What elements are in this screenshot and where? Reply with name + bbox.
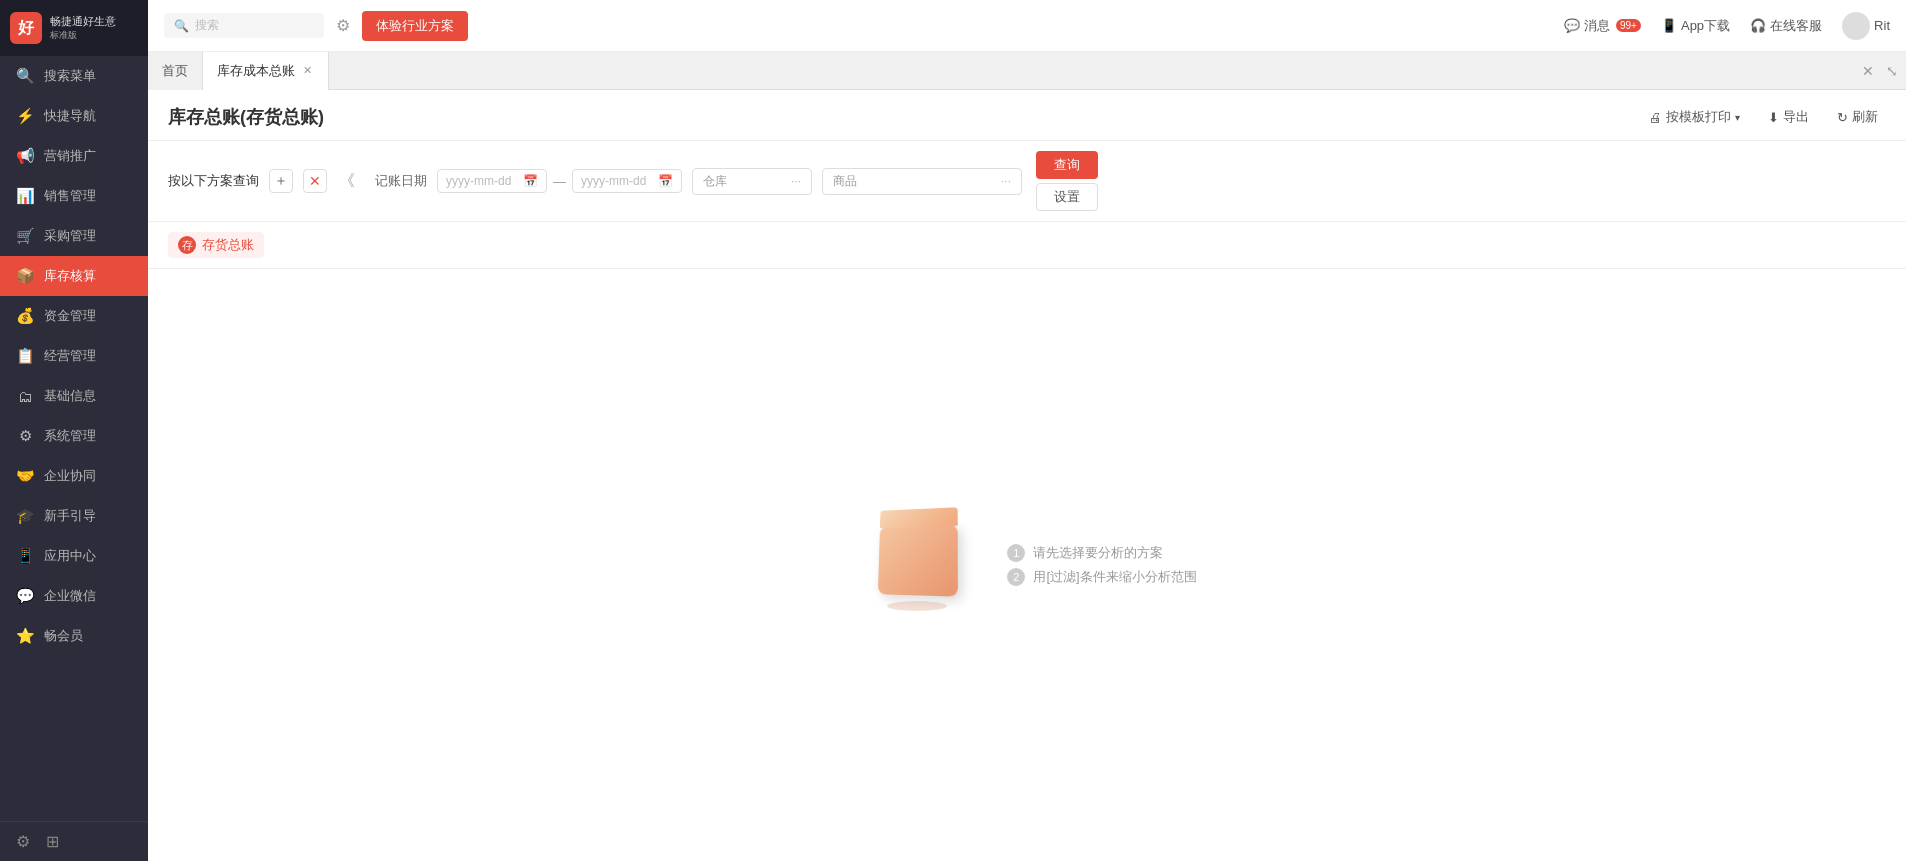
- filter-actions: 查询 设置: [1036, 151, 1098, 211]
- logo-text: 畅捷通好生意 标准版: [50, 14, 116, 42]
- user-avatar-item[interactable]: Rit: [1842, 12, 1890, 40]
- topbar: 🔍 搜索 ⚙ 体验行业方案 💬 消息 99+ 📱 App下载 🎧 在线客服 Ri…: [148, 0, 1906, 52]
- panel-resize-icon[interactable]: ⤡: [1886, 63, 1898, 79]
- app-center-icon: 📱: [16, 547, 34, 565]
- search-icon: 🔍: [174, 19, 189, 33]
- filter-bar: 按以下方案查询 ＋ ✕ 《 记账日期 yyyy-mm-dd 📅 — yyyy-m…: [148, 141, 1906, 222]
- sidebar-item-inventory[interactable]: 📦 库存核算: [0, 256, 148, 296]
- online-service-item[interactable]: 🎧 在线客服: [1750, 17, 1822, 35]
- sidebar-item-marketing[interactable]: 📢 营销推广: [0, 136, 148, 176]
- cooperation-icon: 🤝: [16, 467, 34, 485]
- system-icon: ⚙: [16, 427, 34, 445]
- sidebar-scroll: 🔍 搜索菜单 ⚡ 快捷导航 📢 营销推广 📊 销售管理 🛒 采购管理 📦 库存核…: [0, 56, 148, 821]
- sidebar-item-cooperation[interactable]: 🤝 企业协同: [0, 456, 148, 496]
- add-filter-btn[interactable]: ＋: [269, 169, 293, 193]
- sidebar-item-finance[interactable]: 💰 资金管理: [0, 296, 148, 336]
- empty-shadow: [887, 601, 947, 611]
- content-area: 库存总账(存货总账) 🖨 按模板打印 ▾ ⬇ 导出 ↻ 刷新 按以下方案查询: [148, 90, 1906, 861]
- headset-icon: 🎧: [1750, 18, 1766, 33]
- page-header: 库存总账(存货总账) 🖨 按模板打印 ▾ ⬇ 导出 ↻ 刷新: [148, 90, 1906, 141]
- operations-icon: 📋: [16, 347, 34, 365]
- date-range: yyyy-mm-dd 📅 — yyyy-mm-dd 📅: [437, 169, 682, 193]
- quick-nav-icon: ⚡: [16, 107, 34, 125]
- tab-close-icon[interactable]: ✕: [301, 64, 314, 77]
- sidebar-item-basic-info[interactable]: 🗂 基础信息: [0, 376, 148, 416]
- sidebar-item-operations[interactable]: 📋 经营管理: [0, 336, 148, 376]
- print-template-btn[interactable]: 🖨 按模板打印 ▾: [1641, 104, 1748, 130]
- goods-more-icon: ···: [1001, 174, 1011, 188]
- export-icon: ⬇: [1768, 110, 1779, 125]
- refresh-btn[interactable]: ↻ 刷新: [1829, 104, 1886, 130]
- logo-icon: 好: [10, 12, 42, 44]
- empty-text: 1 请先选择要分析的方案 2 用[过滤]条件来缩小分析范围: [1007, 538, 1196, 592]
- app-download-item[interactable]: 📱 App下载: [1661, 17, 1730, 35]
- sidebar-item-app-center[interactable]: 📱 应用中心: [0, 536, 148, 576]
- industry-btn[interactable]: 体验行业方案: [362, 11, 468, 41]
- finance-icon: 💰: [16, 307, 34, 325]
- sidebar-item-system[interactable]: ⚙ 系统管理: [0, 416, 148, 456]
- main-area: 🔍 搜索 ⚙ 体验行业方案 💬 消息 99+ 📱 App下载 🎧 在线客服 Ri…: [148, 0, 1906, 861]
- panel-close-icon[interactable]: ✕: [1858, 63, 1878, 79]
- sidebar-item-search-menu[interactable]: 🔍 搜索菜单: [0, 56, 148, 96]
- page-title: 库存总账(存货总账): [168, 105, 324, 129]
- query-btn[interactable]: 查询: [1036, 151, 1098, 179]
- basic-info-icon: 🗂: [16, 388, 34, 405]
- sales-icon: 📊: [16, 187, 34, 205]
- print-dropdown-icon: ▾: [1735, 112, 1740, 123]
- empty-state: 1 请先选择要分析的方案 2 用[过滤]条件来缩小分析范围: [148, 269, 1906, 861]
- avatar: [1842, 12, 1870, 40]
- calendar-end-icon: 📅: [658, 174, 673, 188]
- goods-select[interactable]: 商品 ···: [822, 168, 1022, 195]
- topbar-right: 💬 消息 99+ 📱 App下载 🎧 在线客服 Rit: [1564, 12, 1890, 40]
- wechat-icon: 💬: [16, 587, 34, 605]
- search-menu-icon: 🔍: [16, 67, 34, 85]
- tab-right-actions: ✕ ⤡: [1858, 63, 1906, 79]
- tab-home[interactable]: 首页: [148, 52, 203, 90]
- sub-nav: 存 存货总账: [148, 222, 1906, 269]
- guide-icon: 🎓: [16, 507, 34, 525]
- sidebar-bottom: ⚙ ⊞: [0, 821, 148, 861]
- empty-illustration: [857, 505, 977, 625]
- tabbar: 首页 库存成本总账 ✕ ✕ ⤡: [148, 52, 1906, 90]
- filter-label: 按以下方案查询: [168, 172, 259, 190]
- date-end-input[interactable]: yyyy-mm-dd 📅: [572, 169, 682, 193]
- sidebar: 好 畅捷通好生意 标准版 🔍 搜索菜单 ⚡ 快捷导航 📢 营销推广 📊 销售管理…: [0, 0, 148, 861]
- sidebar-item-wechat[interactable]: 💬 企业微信: [0, 576, 148, 616]
- tab-inventory-cost[interactable]: 库存成本总账 ✕: [203, 52, 329, 90]
- message-item[interactable]: 💬 消息 99+: [1564, 17, 1641, 35]
- member-icon: ⭐: [16, 627, 34, 645]
- calendar-start-icon: 📅: [523, 174, 538, 188]
- settings-btn[interactable]: 设置: [1036, 183, 1098, 211]
- purchase-icon: 🛒: [16, 227, 34, 245]
- print-icon: 🖨: [1649, 110, 1662, 125]
- sidebar-item-quick-nav[interactable]: ⚡ 快捷导航: [0, 96, 148, 136]
- sidebar-item-purchase[interactable]: 🛒 采购管理: [0, 216, 148, 256]
- date-label: 记账日期: [375, 172, 427, 190]
- topbar-search[interactable]: 🔍 搜索: [164, 13, 324, 38]
- inventory-ledger-icon: 存: [178, 236, 196, 254]
- export-btn[interactable]: ⬇ 导出: [1760, 104, 1817, 130]
- empty-box: [878, 524, 958, 596]
- settings-gear-icon[interactable]: ⚙: [336, 16, 350, 35]
- message-icon: 💬: [1564, 18, 1580, 33]
- settings-icon[interactable]: ⚙: [16, 832, 30, 851]
- warehouse-more-icon: ···: [791, 174, 801, 188]
- delete-filter-btn[interactable]: ✕: [303, 169, 327, 193]
- sidebar-item-member[interactable]: ⭐ 畅会员: [0, 616, 148, 656]
- sub-nav-item-inventory-ledger[interactable]: 存 存货总账: [168, 232, 264, 258]
- collapse-icon[interactable]: 《: [337, 169, 357, 194]
- refresh-icon: ↻: [1837, 110, 1848, 125]
- inventory-icon: 📦: [16, 267, 34, 285]
- sidebar-logo: 好 畅捷通好生意 标准版: [0, 0, 148, 56]
- marketing-icon: 📢: [16, 147, 34, 165]
- page-header-actions: 🖨 按模板打印 ▾ ⬇ 导出 ↻ 刷新: [1641, 104, 1886, 130]
- sidebar-item-sales[interactable]: 📊 销售管理: [0, 176, 148, 216]
- phone-icon: 📱: [1661, 18, 1677, 33]
- warehouse-select[interactable]: 仓库 ···: [692, 168, 812, 195]
- sidebar-item-guide[interactable]: 🎓 新手引导: [0, 496, 148, 536]
- expand-icon[interactable]: ⊞: [46, 832, 59, 851]
- date-start-input[interactable]: yyyy-mm-dd 📅: [437, 169, 547, 193]
